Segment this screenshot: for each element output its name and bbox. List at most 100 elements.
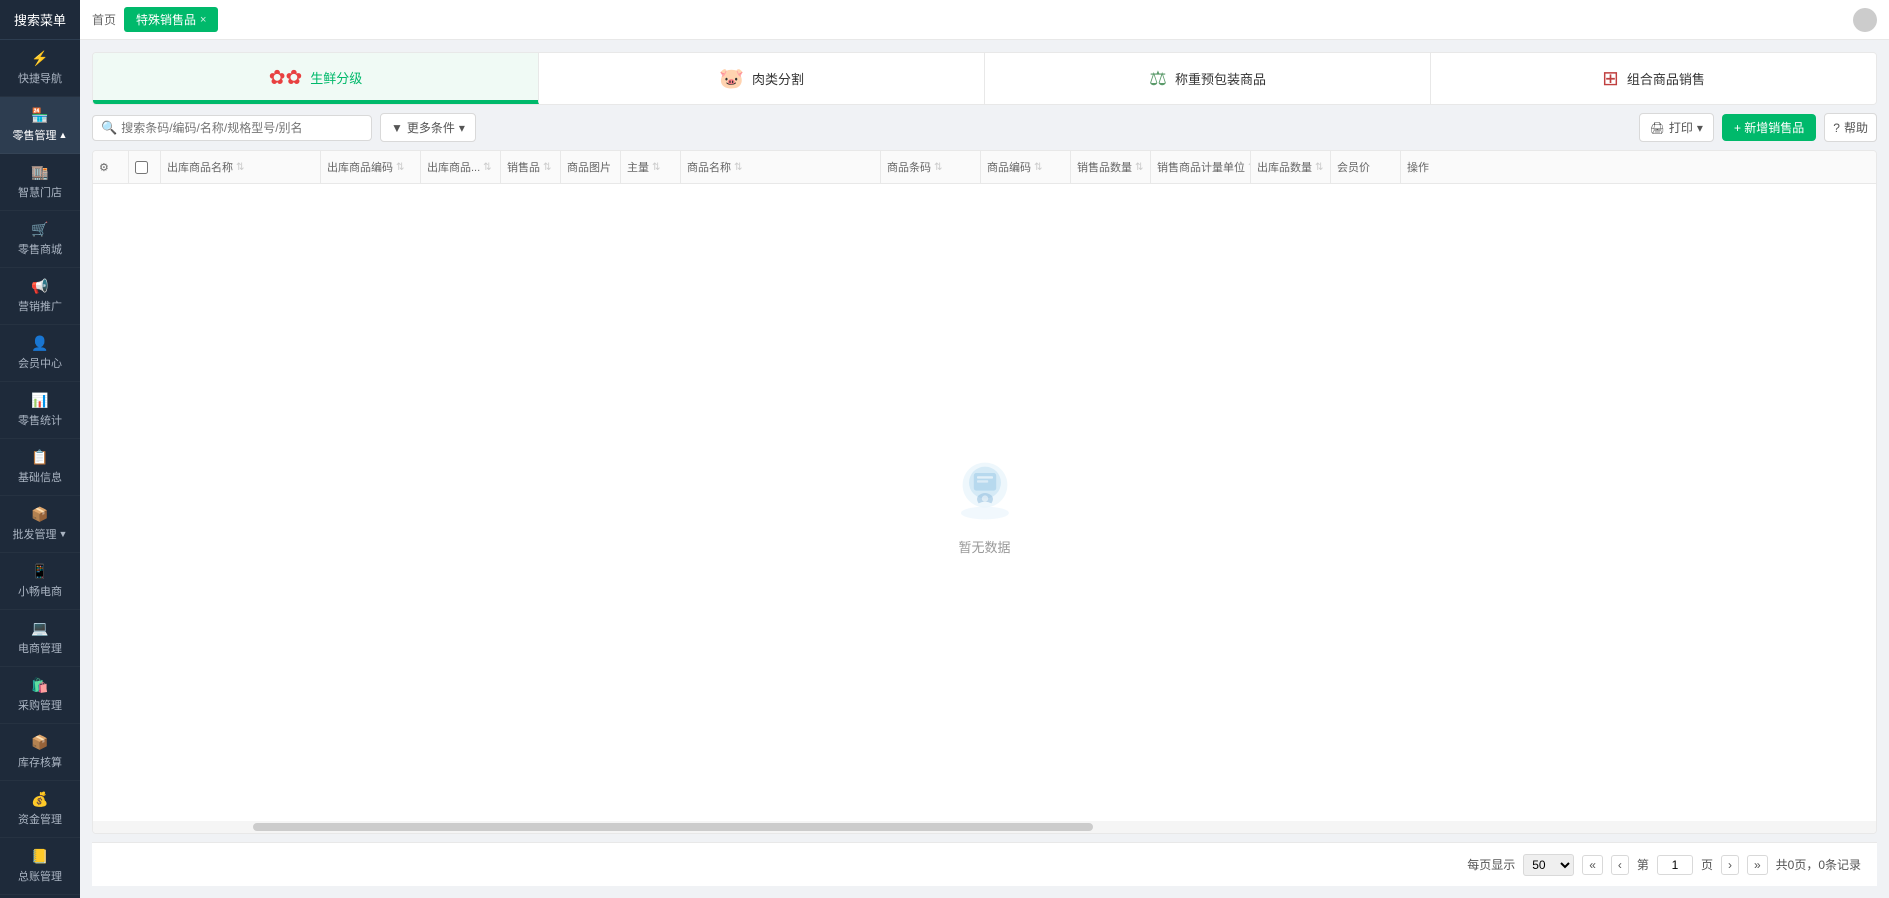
cat-tab-combo[interactable]: ⊞ 组合商品销售 <box>1431 53 1876 104</box>
search-input[interactable] <box>121 121 363 135</box>
cat-tab-weigh[interactable]: ⚖ 称重预包装商品 <box>985 53 1431 104</box>
sidebar-item-inventory[interactable]: 📦 库存核算 <box>0 724 80 781</box>
th-out-goods-name: 出库商品名称 ⇅ <box>161 151 321 183</box>
help-button[interactable]: ? 帮助 <box>1824 113 1877 142</box>
filter-icon: ▼ <box>391 121 403 135</box>
marketing-icon: 📢 <box>31 278 48 295</box>
basic-info-icon: 📋 <box>31 449 48 466</box>
th-sale-goods: 销售品 ⇅ <box>501 151 561 183</box>
sidebar-item-retail-stats[interactable]: 📊 零售统计 <box>0 382 80 439</box>
sidebar-item-label: 营销推广 <box>18 298 62 314</box>
home-breadcrumb[interactable]: 首页 <box>92 11 116 28</box>
select-all-checkbox[interactable] <box>135 161 148 174</box>
prev-page-button[interactable]: ‹ <box>1611 855 1629 875</box>
sidebar-item-wholesale-mgmt[interactable]: 📦 批发管理 ▼ <box>0 496 80 553</box>
first-page-button[interactable]: « <box>1582 855 1603 875</box>
th-out-goods-code: 出库商品编码 ⇅ <box>321 151 421 183</box>
horizontal-scrollbar[interactable] <box>93 821 1876 833</box>
sort-icon[interactable]: ⇅ <box>1135 162 1143 173</box>
fresh-icon: ✿✿ <box>269 65 303 90</box>
topbar: 首页 特殊销售品 × <box>80 0 1889 40</box>
sidebar-item-label: 总账管理 <box>18 868 62 884</box>
filter-button[interactable]: ▼ 更多条件 ▾ <box>380 113 476 142</box>
weigh-icon: ⚖ <box>1149 66 1167 91</box>
sort-icon[interactable]: ⇅ <box>396 162 404 173</box>
scroll-thumb[interactable] <box>253 823 1093 831</box>
sidebar-search[interactable]: 搜索菜单 <box>0 0 80 40</box>
page-number-input[interactable] <box>1657 855 1693 875</box>
pagination: 每页显示 50 10 20 100 « ‹ 第 页 › » 共0页，0条记录 <box>92 842 1877 886</box>
sidebar-item-label: 零售统计 <box>18 412 62 428</box>
sort-icon[interactable]: ⇅ <box>1315 162 1323 173</box>
sort-icon[interactable]: ⇅ <box>734 162 742 173</box>
th-settings[interactable]: ⚙ <box>93 151 129 183</box>
sidebar-item-general-ledger[interactable]: 📒 总账管理 <box>0 838 80 895</box>
sidebar-item-ecommerce[interactable]: 💻 电商管理 <box>0 610 80 667</box>
sidebar-item-quick-nav[interactable]: ⚡ 快捷导航 <box>0 40 80 97</box>
add-sale-item-button[interactable]: + 新增销售品 <box>1722 114 1816 141</box>
sort-icon[interactable]: ⇅ <box>236 162 244 173</box>
sidebar-item-label: 零售管理 <box>13 127 57 143</box>
print-label: 打印 <box>1669 119 1693 136</box>
print-chevron: ▾ <box>1697 121 1703 135</box>
sidebar-item-retail-mgmt[interactable]: 🏪 零售管理 ▲ <box>0 97 80 154</box>
cat-tab-label-fresh: 生鲜分级 <box>310 68 362 87</box>
sidebar-item-smart-store[interactable]: 🏬 智慧门店 <box>0 154 80 211</box>
help-icon: ? <box>1833 121 1840 135</box>
active-tab[interactable]: 特殊销售品 × <box>124 7 218 32</box>
sidebar: 搜索菜单 ⚡ 快捷导航 🏪 零售管理 ▲ 🏬 智慧门店 🛒 零售商城 📢 营销推… <box>0 0 80 898</box>
toolbar: 🔍 ▼ 更多条件 ▾ 🖨 打印 ▾ + 新增销售品 ? 帮助 <box>92 113 1877 142</box>
sidebar-item-label: 智慧门店 <box>18 184 62 200</box>
sidebar-item-marketing[interactable]: 📢 营销推广 <box>0 268 80 325</box>
topbar-right <box>1853 8 1877 32</box>
sidebar-item-label: 资金管理 <box>18 811 62 827</box>
purchase-icon: 🛍️ <box>31 677 48 694</box>
ecommerce-icon: 💻 <box>31 620 48 637</box>
sidebar-item-finance[interactable]: 💰 资金管理 <box>0 781 80 838</box>
page-size-label: 每页显示 <box>1467 856 1515 873</box>
sidebar-item-purchase[interactable]: 🛍️ 采购管理 <box>0 667 80 724</box>
next-page-button[interactable]: › <box>1721 855 1739 875</box>
cat-tab-fresh[interactable]: ✿✿ 生鲜分级 <box>93 53 539 104</box>
sidebar-item-xiaocheng[interactable]: 📱 小畅电商 <box>0 553 80 610</box>
cat-tab-meat[interactable]: 🐷 肉类分割 <box>539 53 985 104</box>
search-box: 🔍 <box>92 115 372 141</box>
th-member-price: 会员价 <box>1331 151 1401 183</box>
chevron-down-icon: ▼ <box>59 529 68 539</box>
sidebar-item-member-center[interactable]: 👤 会员中心 <box>0 325 80 382</box>
th-operation: 操作 <box>1401 151 1461 183</box>
th-checkbox[interactable] <box>129 151 161 183</box>
sidebar-item-label: 库存核算 <box>18 754 62 770</box>
sort-icon[interactable]: ⇅ <box>483 162 491 173</box>
filter-label: 更多条件 <box>407 119 455 136</box>
sidebar-item-label: 快捷导航 <box>18 70 62 86</box>
sort-icon[interactable]: ⇅ <box>652 162 660 173</box>
cat-tab-label-meat: 肉类分割 <box>752 69 804 88</box>
user-avatar[interactable] <box>1853 8 1877 32</box>
print-button[interactable]: 🖨 打印 ▾ <box>1639 113 1714 142</box>
sidebar-item-label: 会员中心 <box>18 355 62 371</box>
th-goods-name: 商品名称 ⇅ <box>681 151 881 183</box>
finance-icon: 💰 <box>31 791 48 808</box>
sidebar-item-label: 小畅电商 <box>18 583 62 599</box>
total-label: 共0页，0条记录 <box>1776 856 1861 873</box>
smart-store-icon: 🏬 <box>31 164 48 181</box>
cat-tab-label-combo: 组合商品销售 <box>1627 69 1705 88</box>
last-page-button[interactable]: » <box>1747 855 1768 875</box>
page-size-select[interactable]: 50 10 20 100 <box>1523 854 1574 876</box>
sidebar-item-label: 零售商城 <box>18 241 62 257</box>
print-icon: 🖨 <box>1650 121 1665 135</box>
settings-icon: ⚙ <box>99 161 109 174</box>
xiaocheng-icon: 📱 <box>31 563 48 580</box>
sidebar-item-label: 基础信息 <box>18 469 62 485</box>
sort-icon[interactable]: ⇅ <box>934 162 942 173</box>
sort-icon[interactable]: ⇅ <box>1034 162 1042 173</box>
sidebar-item-basic-info[interactable]: 📋 基础信息 <box>0 439 80 496</box>
sidebar-item-label: 电商管理 <box>18 640 62 656</box>
stats-icon: 📊 <box>31 392 48 409</box>
sort-icon[interactable]: ⇅ <box>543 162 551 173</box>
sidebar-item-retail-mall[interactable]: 🛒 零售商城 <box>0 211 80 268</box>
close-tab-icon[interactable]: × <box>200 14 206 26</box>
th-out-qty: 出库品数量 ⇅ <box>1251 151 1331 183</box>
th-goods-code: 商品编码 ⇅ <box>981 151 1071 183</box>
